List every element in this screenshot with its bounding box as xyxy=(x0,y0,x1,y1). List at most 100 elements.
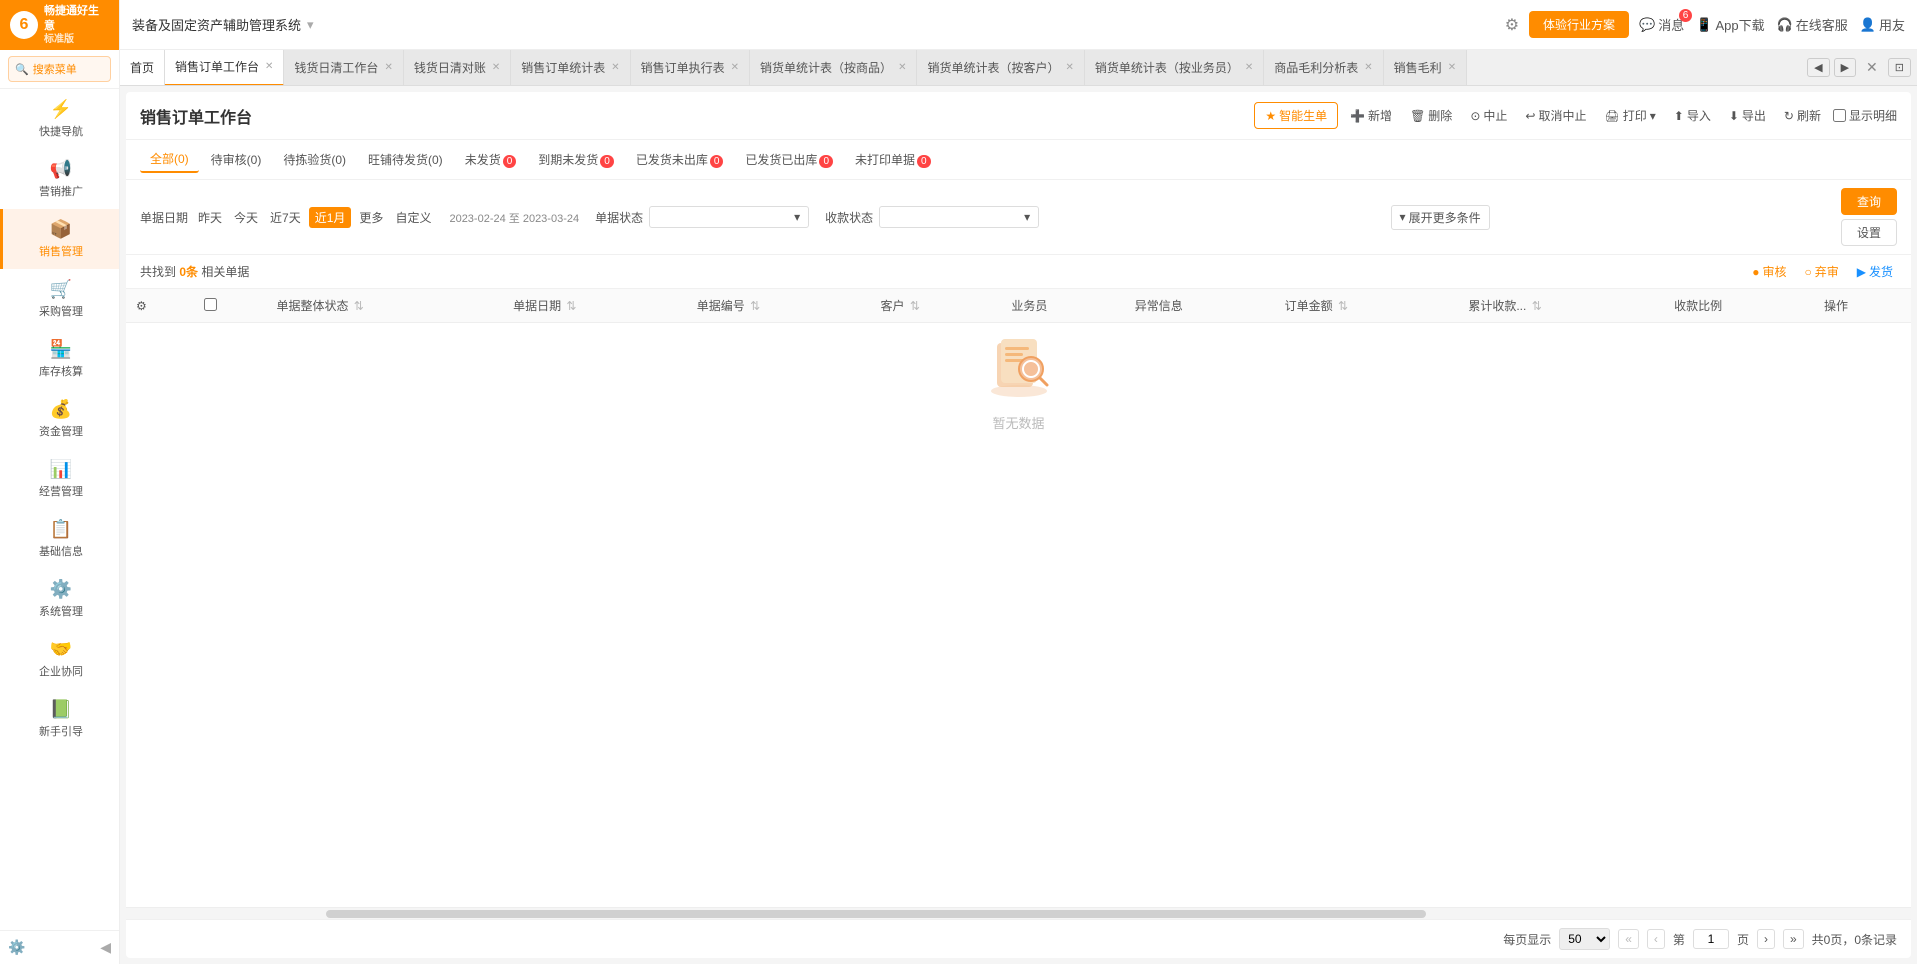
sidebar-item-sales[interactable]: 📦 销售管理 xyxy=(0,209,119,269)
cancel-stop-button[interactable]: ↩ 取消中止 xyxy=(1519,103,1592,128)
last-page-button[interactable]: » xyxy=(1783,929,1804,949)
tab-close-product[interactable]: ✕ xyxy=(898,62,906,73)
tab-scroll-left[interactable]: ◀ xyxy=(1807,58,1829,77)
tab-product-margin[interactable]: 商品毛利分析表 ✕ xyxy=(1264,50,1383,86)
tab-close-profit[interactable]: ✕ xyxy=(1448,62,1456,73)
sidebar-item-purchase[interactable]: 🛒 采购管理 xyxy=(0,269,119,329)
collapse-sidebar-button[interactable]: ◀ xyxy=(100,939,111,956)
payment-select[interactable]: ▾ xyxy=(879,206,1039,228)
tab-sales-workbench[interactable]: 销售订单工作台 ✕ xyxy=(165,50,284,86)
topbar-dropdown-arrow[interactable]: ▾ xyxy=(307,17,314,33)
search-bar: 单据日期 昨天 今天 近7天 近1月 更多 自定义 2023-02-24 至 2… xyxy=(126,180,1911,255)
search-settings-button[interactable]: 设置 xyxy=(1841,219,1897,246)
tab-sales-exec[interactable]: 销售订单执行表 ✕ xyxy=(631,50,750,86)
next-page-button[interactable]: › xyxy=(1757,929,1775,949)
horizontal-scrollbar[interactable] xyxy=(126,907,1911,919)
app-download-button[interactable]: 📱 App下载 xyxy=(1696,15,1764,34)
tab-close-customer[interactable]: ✕ xyxy=(1065,62,1073,73)
tab-sales-stat[interactable]: 销售订单统计表 ✕ xyxy=(511,50,630,86)
tab-home[interactable]: 首页 xyxy=(120,50,165,86)
status-select[interactable]: ▾ xyxy=(649,206,809,228)
delete-button[interactable]: 🗑 删除 xyxy=(1404,103,1458,128)
refresh-button[interactable]: ↻ 刷新 xyxy=(1778,103,1827,128)
col-amount: 订单金额 ⇅ xyxy=(1275,289,1459,323)
filter-tab-not-printed[interactable]: 未打印单据0 xyxy=(845,147,941,172)
date-7days[interactable]: 近7天 xyxy=(266,207,305,228)
pagination: 每页显示 50 10 20 100 « ‹ 第 页 › » 共0页，0条记录 xyxy=(126,919,1911,958)
page-number-input[interactable] xyxy=(1693,929,1729,949)
filter-tab-overdue[interactable]: 到期未发货0 xyxy=(528,147,624,172)
tab-close-sales-workbench[interactable]: ✕ xyxy=(265,61,273,72)
filter-tab-all[interactable]: 全部(0) xyxy=(140,146,199,173)
topbar-settings-icon[interactable]: ⚙ xyxy=(1505,15,1519,35)
tab-close-margin[interactable]: ✕ xyxy=(1364,62,1372,73)
import-button[interactable]: ⬆ 导入 xyxy=(1668,103,1717,128)
online-service-button[interactable]: 🎧 在线客服 xyxy=(1777,15,1848,34)
export-button[interactable]: ⬇ 导出 xyxy=(1723,103,1772,128)
tab-maximize[interactable]: ⊡ xyxy=(1888,58,1911,77)
filter-tab-shipped-not-out[interactable]: 已发货未出库0 xyxy=(626,147,734,172)
show-detail-checkbox[interactable] xyxy=(1833,109,1846,122)
search-menu-button[interactable]: 🔍 搜索菜单 xyxy=(8,56,111,82)
sidebar-item-marketing[interactable]: 📢 营销推广 xyxy=(0,149,119,209)
tab-cash-daily[interactable]: 钱货日清工作台 ✕ xyxy=(284,50,403,86)
batch-actions: ● 审核 ○ 弃审 ▶ 发货 xyxy=(1748,261,1897,282)
smart-generate-button[interactable]: ★ 智能生单 xyxy=(1254,102,1338,129)
tab-close-cash-reconcile[interactable]: ✕ xyxy=(492,62,500,73)
filter-tab-pending-check[interactable]: 待拣验货(0) xyxy=(273,147,356,172)
filter-tab-not-shipped[interactable]: 未发货0 xyxy=(455,147,527,172)
sidebar-item-enterprise[interactable]: 🤝 企业协同 xyxy=(0,629,119,689)
tab-sales-profit[interactable]: 销售毛利 ✕ xyxy=(1384,50,1467,86)
sidebar-search-area: 🔍 搜索菜单 xyxy=(0,50,119,89)
sidebar-item-system[interactable]: ⚙️ 系统管理 xyxy=(0,569,119,629)
select-all-checkbox[interactable] xyxy=(204,298,217,311)
tab-sales-stat-staff[interactable]: 销货单统计表（按业务员） ✕ xyxy=(1085,50,1264,86)
sidebar-item-inventory[interactable]: 🏪 库存核算 xyxy=(0,329,119,389)
date-1month[interactable]: 近1月 xyxy=(309,207,352,228)
tab-sales-stat-product[interactable]: 销货单统计表（按商品） ✕ xyxy=(750,50,917,86)
date-custom[interactable]: 自定义 xyxy=(391,207,435,228)
date-today[interactable]: 今天 xyxy=(230,207,262,228)
user-profile-button[interactable]: 👤 用友 xyxy=(1860,15,1905,34)
tab-sales-stat-customer[interactable]: 销货单统计表（按客户） ✕ xyxy=(917,50,1084,86)
prev-page-button[interactable]: ‹ xyxy=(1647,929,1665,949)
sidebar-item-quick-nav[interactable]: ⚡ 快捷导航 xyxy=(0,89,119,149)
scroll-thumb[interactable] xyxy=(326,910,1426,918)
tab-scroll-right[interactable]: ▶ xyxy=(1834,58,1856,77)
industry-solution-button[interactable]: 体验行业方案 xyxy=(1529,11,1629,38)
sidebar-item-operations[interactable]: 📊 经营管理 xyxy=(0,449,119,509)
col-checkbox[interactable] xyxy=(194,289,267,323)
add-button[interactable]: ➕ 新增 xyxy=(1344,103,1398,128)
sidebar-item-finance[interactable]: 💰 资金管理 xyxy=(0,389,119,449)
refresh-icon: ↻ xyxy=(1784,109,1794,123)
enterprise-icon: 🤝 xyxy=(50,639,72,660)
batch-unreview-button[interactable]: ○ 弃审 xyxy=(1800,261,1842,282)
tab-close-all[interactable]: ✕ xyxy=(1860,57,1884,78)
sidebar-item-guide[interactable]: 📗 新手引导 xyxy=(0,689,119,749)
tab-close-sales-exec[interactable]: ✕ xyxy=(731,62,739,73)
tab-close-staff[interactable]: ✕ xyxy=(1245,62,1253,73)
stop-button[interactable]: ⊙ 中止 xyxy=(1464,103,1513,128)
date-more[interactable]: 更多 xyxy=(355,207,387,228)
print-button[interactable]: 🖨 打印 ▾ xyxy=(1598,103,1661,128)
operations-icon: 📊 xyxy=(50,459,72,480)
topbar: 装备及固定资产辅助管理系统 ▾ ⚙ 体验行业方案 💬 6 消息 📱 App下载 … xyxy=(120,0,1917,50)
sidebar-item-basic-info[interactable]: 📋 基础信息 xyxy=(0,509,119,569)
tab-cash-reconcile[interactable]: 钱货日清对账 ✕ xyxy=(404,50,511,86)
filter-tab-wangpu[interactable]: 旺铺待发货(0) xyxy=(358,147,453,172)
filter-tab-pending-review[interactable]: 待审核(0) xyxy=(201,147,272,172)
message-button[interactable]: 💬 6 消息 xyxy=(1639,15,1684,34)
page-size-select[interactable]: 50 10 20 100 xyxy=(1559,928,1610,950)
col-settings[interactable]: ⚙ xyxy=(126,289,194,323)
filter-tab-shipped-out[interactable]: 已发货已出库0 xyxy=(735,147,843,172)
tab-close-sales-stat[interactable]: ✕ xyxy=(611,62,619,73)
settings-footer-button[interactable]: ⚙️ xyxy=(8,939,25,956)
batch-review-button[interactable]: ● 审核 xyxy=(1748,261,1790,282)
first-page-button[interactable]: « xyxy=(1618,929,1639,949)
tab-close-cash-daily[interactable]: ✕ xyxy=(384,62,392,73)
page-title: 销售订单工作台 xyxy=(140,104,252,128)
expand-conditions-button[interactable]: ▾ 展开更多条件 xyxy=(1391,205,1490,230)
date-yesterday[interactable]: 昨天 xyxy=(194,207,226,228)
batch-ship-button[interactable]: ▶ 发货 xyxy=(1853,261,1897,282)
query-button[interactable]: 查询 xyxy=(1841,188,1897,215)
